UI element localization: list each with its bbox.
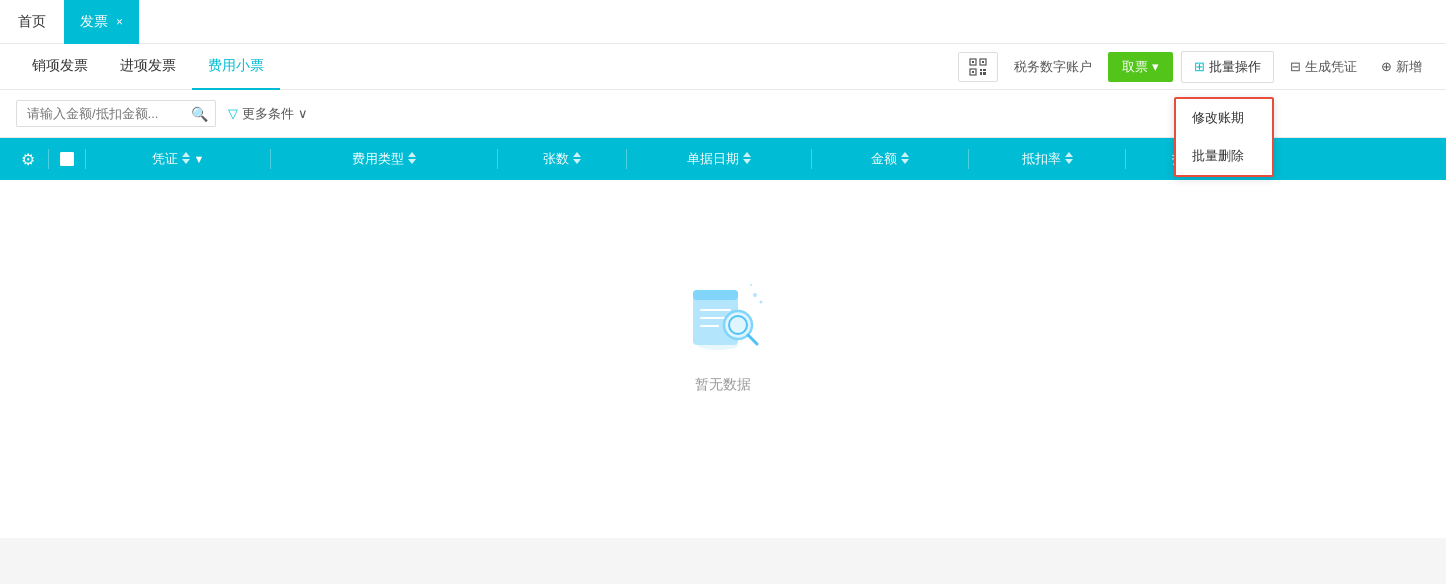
th-voucher-sort-icon[interactable] <box>182 152 190 167</box>
batch-icon: ⊞ <box>1194 59 1205 74</box>
svg-rect-8 <box>980 72 982 75</box>
svg-marker-13 <box>408 159 416 164</box>
svg-rect-9 <box>983 72 986 75</box>
dropdown-item-batch-delete[interactable]: 批量删除 <box>1176 137 1272 175</box>
qrcode-icon <box>969 58 987 76</box>
svg-rect-1 <box>972 61 974 63</box>
qupiao-chevron-icon: ▾ <box>1152 59 1159 74</box>
close-tab-button[interactable]: × <box>116 15 123 29</box>
svg-marker-11 <box>182 159 190 164</box>
svg-marker-12 <box>408 152 416 157</box>
th-expense-type-label: 费用类型 <box>352 150 404 168</box>
th-voucher: 凭证 ▼ <box>86 150 270 168</box>
th-checkbox[interactable] <box>49 152 85 166</box>
empty-text: 暂无数据 <box>695 376 751 394</box>
more-conditions-chevron: ∨ <box>298 106 308 121</box>
invoice-tab-label: 发票 <box>80 13 108 31</box>
more-conditions-button[interactable]: ▽ 更多条件 ∨ <box>228 105 308 123</box>
svg-marker-19 <box>901 159 909 164</box>
dropdown-item-change-period[interactable]: 修改账期 <box>1176 99 1272 137</box>
th-count: 张数 <box>498 150 626 168</box>
th-expense-type-sort-icon[interactable] <box>408 152 416 167</box>
plus-icon: ⊕ <box>1381 59 1392 74</box>
settings-icon: ⚙ <box>21 150 35 169</box>
th-voucher-filter-icon[interactable]: ▼ <box>194 153 205 165</box>
more-conditions-label: 更多条件 <box>242 105 294 123</box>
th-settings[interactable]: ⚙ <box>8 150 48 169</box>
sub-tabs-left: 销项发票 进项发票 费用小票 <box>16 44 280 89</box>
svg-rect-5 <box>972 71 974 73</box>
th-amount-sort-icon[interactable] <box>901 152 909 167</box>
generate-label: 生成凭证 <box>1305 58 1357 76</box>
svg-point-35 <box>750 284 752 286</box>
svg-marker-15 <box>573 159 581 164</box>
generate-voucher-button[interactable]: ⊟ 生成凭证 <box>1282 53 1365 81</box>
th-count-label: 张数 <box>543 150 569 168</box>
batch-button-wrapper: ⊞ 批量操作 修改账期 批量删除 <box>1181 51 1274 83</box>
svg-rect-6 <box>980 69 982 71</box>
th-count-sort-icon[interactable] <box>573 152 581 167</box>
svg-rect-26 <box>693 290 738 300</box>
svg-point-34 <box>760 301 763 304</box>
th-deduct-rate-sort-icon[interactable] <box>1065 152 1073 167</box>
sub-tabs-right: 税务数字账户 取票 ▾ ⊞ 批量操作 修改账期 批量删除 ⊟ 生成凭证 ⊕ 新增 <box>958 51 1430 83</box>
main-content: ⚙ 凭证 ▼ 费用类型 张数 单据日期 <box>0 138 1446 538</box>
empty-state: 暂无数据 <box>0 180 1446 434</box>
th-deduct-rate: 抵扣率 <box>969 150 1125 168</box>
svg-marker-16 <box>743 152 751 157</box>
svg-marker-14 <box>573 152 581 157</box>
svg-marker-17 <box>743 159 751 164</box>
search-input[interactable] <box>16 100 216 127</box>
th-date-label: 单据日期 <box>687 150 739 168</box>
th-amount: 金额 <box>812 150 968 168</box>
svg-marker-21 <box>1065 159 1073 164</box>
th-date: 单据日期 <box>627 150 811 168</box>
tab-purchase-invoice[interactable]: 进项发票 <box>104 44 192 90</box>
th-date-sort-icon[interactable] <box>743 152 751 167</box>
new-label: 新增 <box>1396 58 1422 76</box>
svg-rect-7 <box>983 69 986 71</box>
tab-sales-invoice[interactable]: 销项发票 <box>16 44 104 90</box>
svg-marker-20 <box>1065 152 1073 157</box>
batch-label: 批量操作 <box>1209 58 1261 76</box>
qrcode-button[interactable] <box>958 52 998 82</box>
empty-illustration <box>673 260 773 360</box>
tax-account-button[interactable]: 税务数字账户 <box>1006 53 1100 81</box>
qupiao-button[interactable]: 取票 ▾ <box>1108 52 1173 82</box>
search-wrap: 🔍 <box>16 100 216 127</box>
home-tab[interactable]: 首页 <box>0 13 64 31</box>
svg-marker-18 <box>901 152 909 157</box>
th-voucher-label: 凭证 <box>152 150 178 168</box>
th-deduct-rate-label: 抵扣率 <box>1022 150 1061 168</box>
svg-marker-10 <box>182 152 190 157</box>
svg-point-33 <box>753 293 757 297</box>
select-all-checkbox[interactable] <box>60 152 74 166</box>
invoice-tab[interactable]: 发票 × <box>64 0 139 44</box>
th-amount-label: 金额 <box>871 150 897 168</box>
search-icon[interactable]: 🔍 <box>191 106 208 122</box>
qupiao-label: 取票 <box>1122 58 1148 76</box>
svg-rect-3 <box>982 61 984 63</box>
generate-icon: ⊟ <box>1290 59 1301 74</box>
top-nav: 首页 发票 × <box>0 0 1446 44</box>
sub-tabs-bar: 销项发票 进项发票 费用小票 税务数字账户 <box>0 44 1446 90</box>
tab-expense-receipt[interactable]: 费用小票 <box>192 44 280 90</box>
th-expense-type: 费用类型 <box>271 150 497 168</box>
svg-line-32 <box>748 335 757 344</box>
new-button[interactable]: ⊕ 新增 <box>1373 53 1430 81</box>
batch-dropdown-menu: 修改账期 批量删除 <box>1174 97 1274 177</box>
filter-icon: ▽ <box>228 106 238 121</box>
batch-operations-button[interactable]: ⊞ 批量操作 <box>1181 51 1274 83</box>
